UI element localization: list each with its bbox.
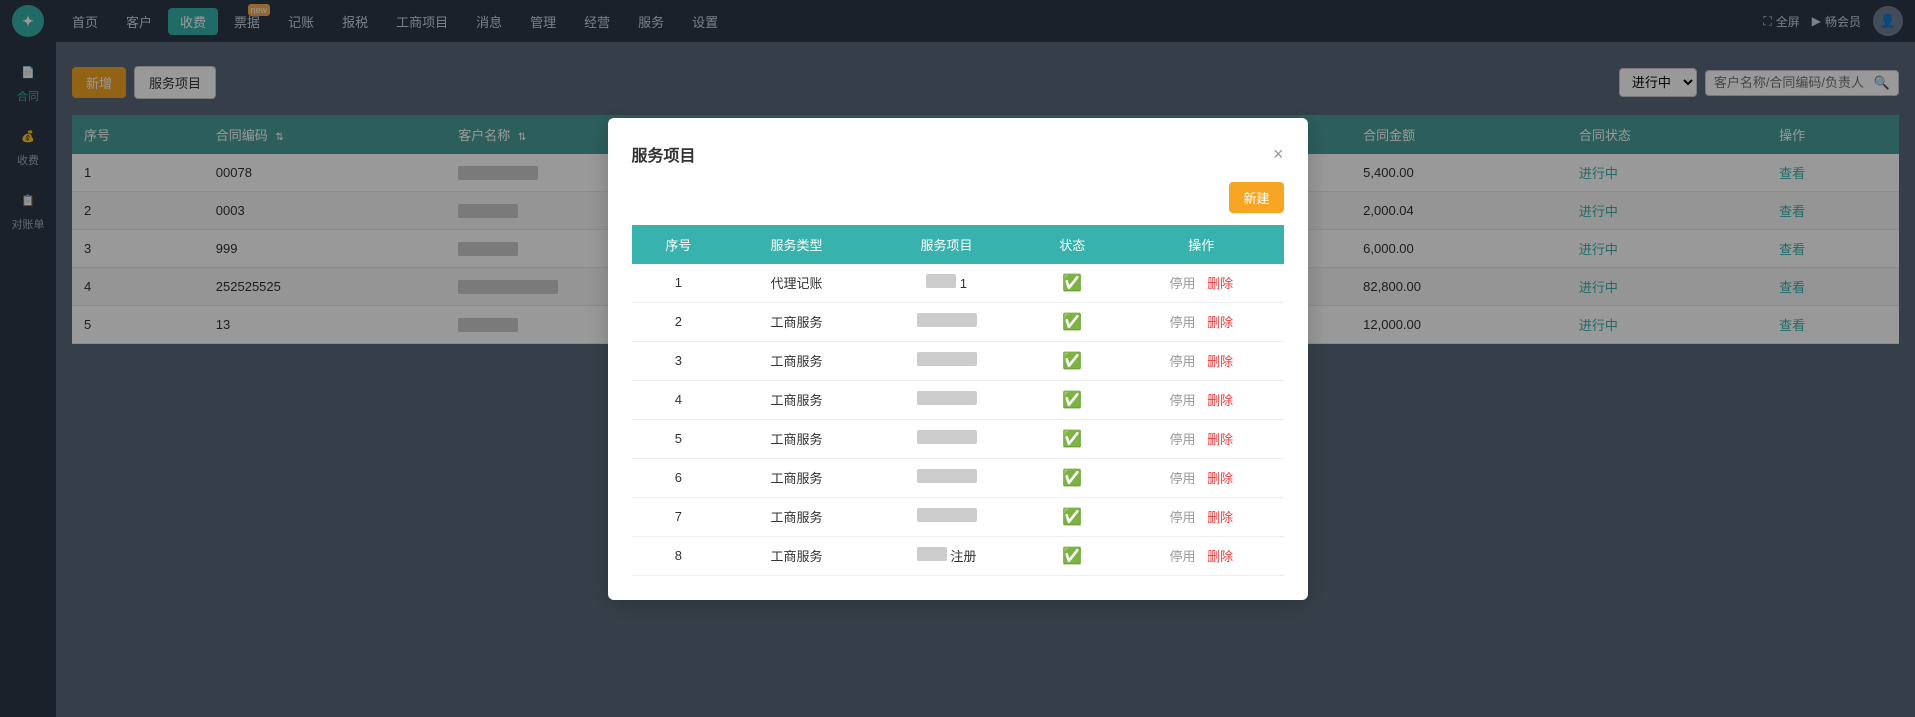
modal-cell-type: 工商服务 <box>725 458 868 497</box>
modal-cell-item <box>868 302 1026 341</box>
status-check-icon: ✅ <box>1062 431 1082 448</box>
modal-cell-index: 1 <box>632 264 726 303</box>
delete-button[interactable]: 删除 <box>1207 549 1233 564</box>
modal-cell-item: 注册 <box>868 536 1026 575</box>
modal-col-type: 服务类型 <box>725 225 868 264</box>
modal-table-row: 8 工商服务 注册 ✅ 停用 删除 <box>632 536 1284 575</box>
modal-cell-type: 工商服务 <box>725 380 868 419</box>
stop-button[interactable]: 停用 <box>1169 471 1195 486</box>
modal-cell-item <box>868 380 1026 419</box>
modal-table-row: 6 工商服务 ✅ 停用 删除 <box>632 458 1284 497</box>
status-check-icon: ✅ <box>1062 314 1082 331</box>
modal-toolbar: 新建 <box>632 182 1284 213</box>
modal-cell-type: 工商服务 <box>725 536 868 575</box>
delete-button[interactable]: 删除 <box>1207 315 1233 330</box>
modal-cell-status: ✅ <box>1025 458 1119 497</box>
modal-cell-action: 停用 删除 <box>1119 380 1283 419</box>
modal-table-row: 2 工商服务 ✅ 停用 删除 <box>632 302 1284 341</box>
modal-cell-type: 工商服务 <box>725 419 868 458</box>
modal-cell-status: ✅ <box>1025 380 1119 419</box>
modal-cell-action: 停用 删除 <box>1119 341 1283 380</box>
service-item-modal: 服务项目 × 新建 序号 服务类型 服务项目 状态 操作 1 代理记账 <box>608 118 1308 600</box>
modal-cell-item: 1 <box>868 264 1026 303</box>
modal-cell-type: 代理记账 <box>725 264 868 303</box>
status-check-icon: ✅ <box>1062 509 1082 526</box>
status-check-icon: ✅ <box>1062 275 1082 292</box>
modal-cell-status: ✅ <box>1025 419 1119 458</box>
stop-button[interactable]: 停用 <box>1169 276 1195 291</box>
modal-cell-index: 3 <box>632 341 726 380</box>
modal-cell-status: ✅ <box>1025 264 1119 303</box>
modal-close-button[interactable]: × <box>1273 145 1284 163</box>
delete-button[interactable]: 删除 <box>1207 393 1233 408</box>
modal-cell-action: 停用 删除 <box>1119 302 1283 341</box>
modal-col-status: 状态 <box>1025 225 1119 264</box>
status-check-icon: ✅ <box>1062 392 1082 409</box>
modal-col-action: 操作 <box>1119 225 1283 264</box>
modal-cell-item <box>868 458 1026 497</box>
modal-overlay[interactable]: 服务项目 × 新建 序号 服务类型 服务项目 状态 操作 1 代理记账 <box>0 0 1915 717</box>
stop-button[interactable]: 停用 <box>1169 315 1195 330</box>
delete-button[interactable]: 删除 <box>1207 432 1233 447</box>
status-check-icon: ✅ <box>1062 353 1082 370</box>
stop-button[interactable]: 停用 <box>1169 432 1195 447</box>
modal-cell-action: 停用 删除 <box>1119 264 1283 303</box>
status-check-icon: ✅ <box>1062 548 1082 565</box>
modal-table-row: 3 工商服务 ✅ 停用 删除 <box>632 341 1284 380</box>
modal-cell-type: 工商服务 <box>725 497 868 536</box>
stop-button[interactable]: 停用 <box>1169 393 1195 408</box>
modal-cell-index: 6 <box>632 458 726 497</box>
modal-cell-action: 停用 删除 <box>1119 458 1283 497</box>
modal-header-row: 序号 服务类型 服务项目 状态 操作 <box>632 225 1284 264</box>
modal-cell-status: ✅ <box>1025 536 1119 575</box>
modal-cell-action: 停用 删除 <box>1119 419 1283 458</box>
modal-header: 服务项目 × <box>632 142 1284 166</box>
stop-button[interactable]: 停用 <box>1169 549 1195 564</box>
modal-cell-status: ✅ <box>1025 497 1119 536</box>
modal-cell-type: 工商服务 <box>725 302 868 341</box>
stop-button[interactable]: 停用 <box>1169 510 1195 525</box>
modal-cell-index: 8 <box>632 536 726 575</box>
modal-cell-action: 停用 删除 <box>1119 497 1283 536</box>
delete-button[interactable]: 删除 <box>1207 354 1233 369</box>
delete-button[interactable]: 删除 <box>1207 510 1233 525</box>
modal-cell-index: 5 <box>632 419 726 458</box>
modal-col-item: 服务项目 <box>868 225 1026 264</box>
modal-cell-action: 停用 删除 <box>1119 536 1283 575</box>
modal-add-button[interactable]: 新建 <box>1229 182 1283 213</box>
stop-button[interactable]: 停用 <box>1169 354 1195 369</box>
delete-button[interactable]: 删除 <box>1207 471 1233 486</box>
modal-cell-status: ✅ <box>1025 341 1119 380</box>
modal-table-row: 5 工商服务 ✅ 停用 删除 <box>632 419 1284 458</box>
service-items-table: 序号 服务类型 服务项目 状态 操作 1 代理记账 1 ✅ 停用 删除 2 工商… <box>632 225 1284 576</box>
modal-cell-item <box>868 419 1026 458</box>
modal-scroll-area[interactable]: 序号 服务类型 服务项目 状态 操作 1 代理记账 1 ✅ 停用 删除 2 工商… <box>632 225 1284 576</box>
status-check-icon: ✅ <box>1062 470 1082 487</box>
modal-title: 服务项目 <box>632 142 696 166</box>
modal-cell-index: 7 <box>632 497 726 536</box>
modal-cell-type: 工商服务 <box>725 341 868 380</box>
modal-table-row: 4 工商服务 ✅ 停用 删除 <box>632 380 1284 419</box>
modal-cell-index: 4 <box>632 380 726 419</box>
modal-cell-item <box>868 497 1026 536</box>
modal-cell-index: 2 <box>632 302 726 341</box>
modal-col-index: 序号 <box>632 225 726 264</box>
modal-table-row: 1 代理记账 1 ✅ 停用 删除 <box>632 264 1284 303</box>
delete-button[interactable]: 删除 <box>1207 276 1233 291</box>
modal-table-row: 7 工商服务 ✅ 停用 删除 <box>632 497 1284 536</box>
modal-cell-item <box>868 341 1026 380</box>
modal-cell-status: ✅ <box>1025 302 1119 341</box>
